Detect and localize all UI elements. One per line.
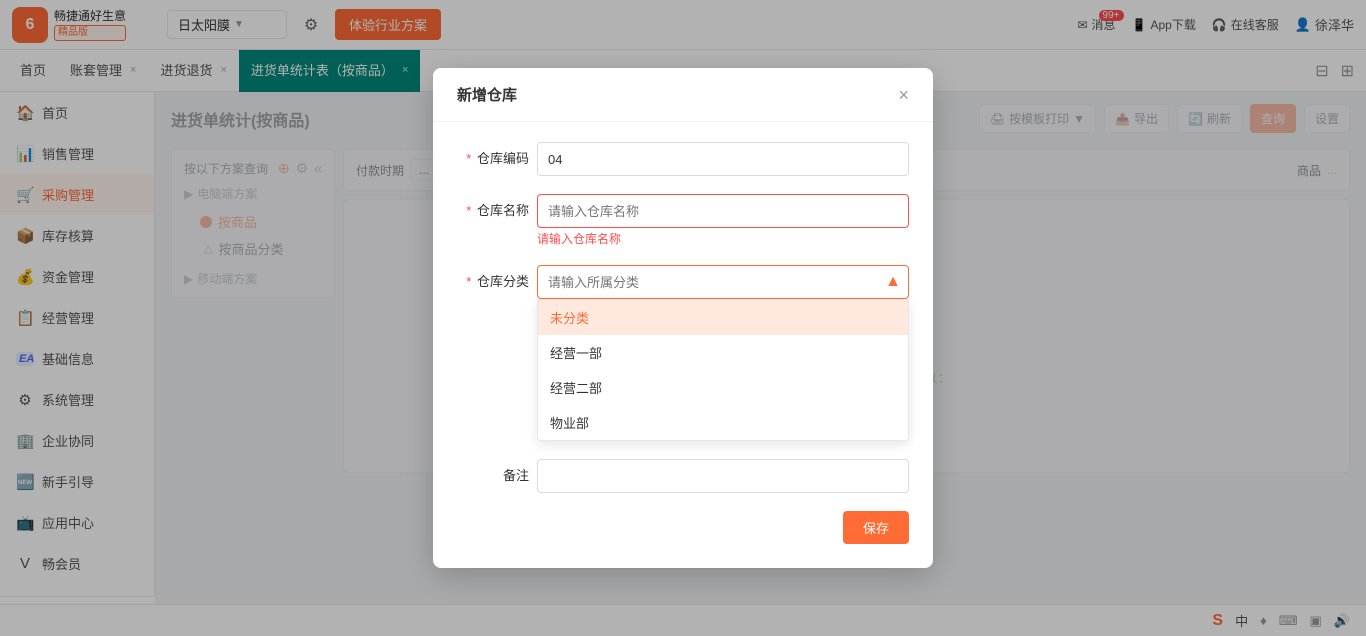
dropdown-option-operations2[interactable]: 经营二部 — [538, 370, 908, 405]
modal-body: * 仓库编码 * 仓库名称 请输入仓库名称 * 仓库分类 — [433, 122, 933, 493]
add-warehouse-modal: 新增仓库 × * 仓库编码 * 仓库名称 请输入仓库名称 — [433, 68, 933, 568]
code-label: * 仓库编码 — [457, 142, 537, 167]
remark-input[interactable] — [537, 459, 909, 493]
modal-close-button[interactable]: × — [898, 86, 909, 104]
name-field: 请输入仓库名称 — [537, 194, 909, 247]
save-button[interactable]: 保存 — [843, 511, 909, 544]
remark-field — [537, 459, 909, 493]
name-input[interactable] — [537, 194, 909, 228]
category-input-wrapper: ▲ — [537, 265, 909, 299]
category-input[interactable] — [537, 265, 909, 299]
name-error-message: 请输入仓库名称 — [537, 230, 909, 247]
form-row-remark: 备注 — [457, 459, 909, 493]
category-toggle-icon[interactable]: ▲ — [885, 273, 901, 291]
code-field — [537, 142, 909, 176]
code-required-mark: * — [466, 151, 471, 166]
category-dropdown: 未分类 经营一部 经营二部 物业部 — [537, 299, 909, 441]
form-row-code: * 仓库编码 — [457, 142, 909, 176]
category-required-mark: * — [466, 274, 471, 289]
category-field: ▲ 未分类 经营一部 经营二部 物业部 — [537, 265, 909, 299]
dropdown-option-uncategorized[interactable]: 未分类 — [538, 300, 908, 335]
modal-title: 新增仓库 — [457, 84, 517, 105]
name-required-mark: * — [466, 203, 471, 218]
dropdown-option-operations1[interactable]: 经营一部 — [538, 335, 908, 370]
name-label: * 仓库名称 — [457, 194, 537, 219]
code-input[interactable] — [537, 142, 909, 176]
modal-footer: 保存 — [433, 511, 933, 544]
modal-header: 新增仓库 × — [433, 68, 933, 122]
remark-label: 备注 — [457, 459, 537, 484]
category-label: * 仓库分类 — [457, 265, 537, 290]
dropdown-option-property[interactable]: 物业部 — [538, 405, 908, 440]
form-row-name: * 仓库名称 请输入仓库名称 — [457, 194, 909, 247]
form-row-category: * 仓库分类 ▲ 未分类 经营一部 经营二部 — [457, 265, 909, 299]
